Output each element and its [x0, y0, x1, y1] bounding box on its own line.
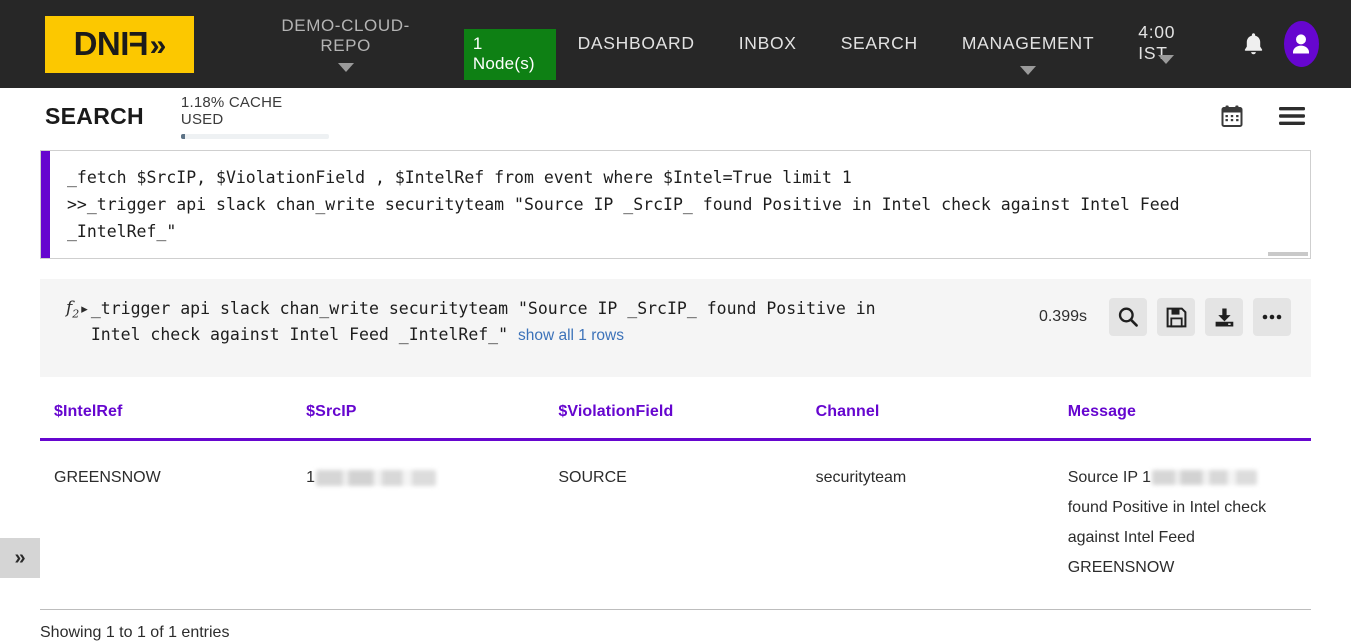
results-table: $IntelRef $SrcIP $ViolationField Channel… [40, 403, 1311, 610]
nav-links: DASHBOARD INBOX SEARCH MANAGEMENT 4:00 I… [556, 0, 1325, 88]
nav-item-inbox-label: INBOX [738, 32, 797, 53]
cache-usage-track [180, 133, 329, 139]
result-summary-bar: f2 ▸ _trigger api slack chan_write securi… [40, 279, 1311, 377]
column-header-srcip[interactable]: $SrcIP [292, 403, 545, 441]
nav-item-search-label: SEARCH [840, 32, 918, 53]
result-save-button[interactable] [1157, 298, 1195, 336]
table-header-row: $IntelRef $SrcIP $ViolationField Channel… [40, 403, 1311, 441]
nav-item-inbox[interactable]: INBOX [739, 33, 797, 56]
result-search-button[interactable] [1109, 298, 1147, 336]
nav-item-dashboard[interactable]: DASHBOARD [578, 33, 695, 56]
nav-item-search[interactable]: SEARCH [841, 33, 918, 56]
result-summary-text-wrap: _trigger api slack chan_write securityte… [91, 296, 891, 349]
function-index-marker[interactable]: f2 ▸ [66, 296, 88, 320]
nav-item-dashboard-label: DASHBOARD [577, 32, 695, 53]
chevron-down-icon [1020, 65, 1037, 75]
notifications-button[interactable] [1243, 31, 1264, 57]
more-options-icon [1262, 314, 1282, 320]
cell-message-suffix: found Positive in Intel check against In… [1067, 499, 1267, 576]
function-index-number: 2 [72, 307, 80, 321]
cell-srcip-prefix: 1 [306, 469, 316, 486]
query-text[interactable]: _fetch $SrcIP, $ViolationField , $IntelR… [50, 151, 1310, 258]
query-resize-handle[interactable] [1268, 252, 1308, 256]
nav-item-management-label: MANAGEMENT [961, 32, 1095, 53]
sidebar-expand-button[interactable]: » [0, 538, 40, 578]
cache-usage-indicator: 1.18% CACHE USED [180, 93, 329, 139]
nav-item-management[interactable]: MANAGEMENT [961, 32, 1095, 75]
table-row[interactable]: GREENSNOW 1 SOURCE securityteam Source I… [40, 439, 1311, 610]
table-entries-summary: Showing 1 to 1 of 1 entries [40, 624, 230, 641]
nav-item-timezone[interactable]: 4:00 IST [1138, 22, 1193, 66]
logo-main-text: DNI [73, 25, 130, 62]
column-header-violationfield[interactable]: $ViolationField [544, 403, 802, 441]
expand-arrow-icon: ▸ [81, 302, 88, 317]
result-more-button[interactable] [1253, 298, 1291, 336]
user-avatar-icon [1293, 34, 1310, 54]
results-table-head: $IntelRef $SrcIP $ViolationField Channel… [40, 403, 1311, 441]
logo-mirrored-f: F [128, 25, 149, 62]
top-navigation-bar: DNI F» DEMO-CLOUD-REPO 1 Node(s) DASHBOAR… [0, 0, 1351, 88]
double-chevron-right-icon: » [14, 546, 26, 569]
bell-icon [1244, 33, 1263, 55]
query-editor-area: _fetch $SrcIP, $ViolationField , $IntelR… [0, 150, 1351, 259]
results-table-wrap: $IntelRef $SrcIP $ViolationField Channel… [40, 403, 1311, 610]
redacted-ip-block [316, 469, 437, 486]
cell-srcip: 1 [292, 439, 545, 610]
node-count-badge: 1 Node(s) [463, 29, 556, 80]
logo-text: DNI F» [73, 25, 167, 63]
user-avatar-button[interactable] [1283, 21, 1319, 67]
repo-selector-label: DEMO-CLOUD-REPO [281, 16, 410, 55]
cache-usage-fill [180, 133, 185, 139]
hamburger-menu-icon [1279, 107, 1305, 125]
column-header-message[interactable]: Message [1053, 403, 1311, 441]
cell-violationfield: SOURCE [544, 439, 802, 610]
column-header-intelref[interactable]: $IntelRef [40, 403, 293, 441]
redacted-ip-block [1152, 470, 1258, 486]
chevron-down-icon [337, 63, 354, 72]
calendar-button[interactable] [1220, 104, 1244, 128]
logo-chevron: » [149, 29, 167, 62]
query-duration: 0.399s [1038, 308, 1087, 325]
download-icon [1215, 308, 1233, 326]
query-editor[interactable]: _fetch $SrcIP, $ViolationField , $IntelR… [40, 150, 1311, 259]
cell-message-prefix: Source IP 1 [1067, 469, 1152, 486]
chevron-down-icon [1157, 55, 1174, 64]
show-all-rows-link[interactable]: show all 1 rows [518, 327, 624, 344]
page-subheader: SEARCH 1.18% CACHE USED [0, 88, 1351, 144]
cache-usage-label: 1.18% CACHE USED [180, 93, 283, 128]
page-title: SEARCH [45, 102, 144, 129]
column-header-channel[interactable]: Channel [801, 403, 1054, 441]
main-menu-button[interactable] [1278, 105, 1306, 127]
dnif-logo[interactable]: DNI F» [45, 15, 195, 73]
cell-message: Source IP 1 found Positive in Intel chec… [1053, 439, 1311, 610]
cell-intelref: GREENSNOW [40, 439, 293, 610]
cell-channel: securityteam [801, 439, 1054, 610]
save-icon [1166, 307, 1186, 327]
result-download-button[interactable] [1205, 298, 1243, 336]
query-accent-bar [41, 151, 50, 258]
results-table-body: GREENSNOW 1 SOURCE securityteam Source I… [40, 439, 1311, 610]
search-icon [1118, 307, 1138, 327]
result-summary-text: _trigger api slack chan_write securityte… [90, 299, 876, 344]
calendar-icon [1221, 105, 1243, 127]
repo-selector[interactable]: DEMO-CLOUD-REPO [259, 16, 432, 72]
subheader-icons [1220, 104, 1306, 128]
app-root: DNI F» DEMO-CLOUD-REPO 1 Node(s) DASHBOAR… [0, 0, 1351, 641]
result-actions: 0.399s [1039, 296, 1291, 336]
